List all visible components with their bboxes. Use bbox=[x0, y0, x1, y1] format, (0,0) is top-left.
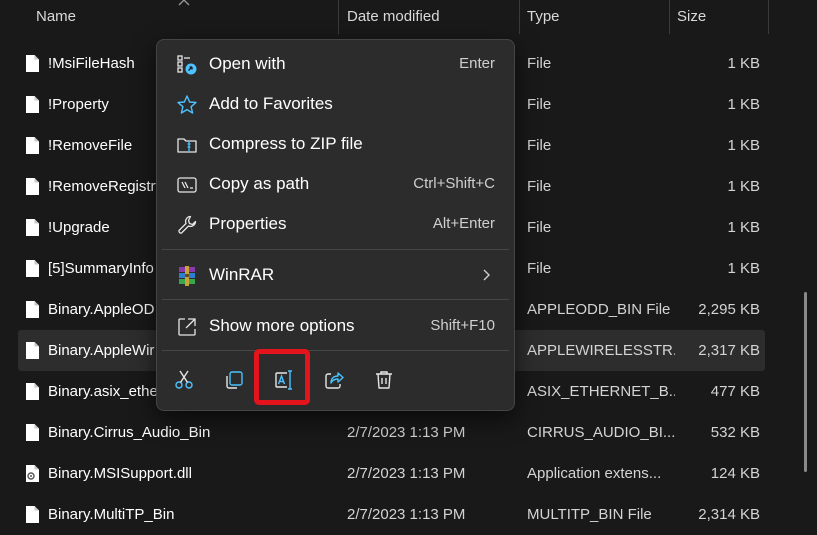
file-type: File bbox=[527, 260, 552, 277]
file-name: Binary.Cirrus_Audio_Bin bbox=[48, 424, 211, 441]
column-divider[interactable] bbox=[338, 0, 339, 34]
file-type: ASIX_ETHERNET_B... bbox=[527, 383, 675, 400]
open-with-icon bbox=[177, 55, 197, 75]
menu-item-shortcut: Shift+F10 bbox=[430, 317, 495, 334]
file-icon bbox=[26, 342, 39, 359]
file-size: 2,295 KB bbox=[698, 301, 760, 318]
column-header-name[interactable]: Name bbox=[36, 0, 76, 34]
file-icon bbox=[26, 55, 39, 72]
file-icon bbox=[26, 137, 39, 154]
menu-item-shortcut: Alt+Enter bbox=[432, 215, 495, 232]
winrar-icon bbox=[179, 266, 195, 286]
delete-button[interactable] bbox=[365, 361, 403, 399]
menu-item-show-more-options[interactable]: Show more options Shift+F10 bbox=[162, 307, 509, 345]
menu-item-add-to-favorites[interactable]: Add to Favorites bbox=[162, 85, 509, 123]
file-icon bbox=[26, 96, 39, 113]
file-icon bbox=[26, 383, 39, 400]
file-type: CIRRUS_AUDIO_BI... bbox=[527, 424, 675, 441]
menu-item-properties[interactable]: Properties Alt+Enter bbox=[162, 205, 509, 243]
vertical-scrollbar[interactable] bbox=[804, 292, 807, 472]
menu-separator bbox=[162, 249, 509, 250]
file-size: 532 KB bbox=[710, 424, 760, 441]
file-type: APPLEWIRELESSTR... bbox=[527, 342, 675, 359]
wrench-icon bbox=[178, 215, 197, 234]
file-type: File bbox=[527, 219, 552, 236]
column-header-size[interactable]: Size bbox=[677, 0, 706, 34]
column-divider[interactable] bbox=[519, 0, 520, 34]
show-more-options-icon bbox=[178, 318, 196, 336]
menu-separator bbox=[162, 299, 509, 300]
star-icon bbox=[177, 95, 197, 114]
file-size: 1 KB bbox=[727, 219, 760, 236]
file-type: File bbox=[527, 178, 552, 195]
trash-icon bbox=[376, 371, 392, 389]
menu-item-shortcut: Enter bbox=[459, 55, 495, 72]
file-size: 2,317 KB bbox=[698, 342, 760, 359]
copy-button[interactable] bbox=[215, 361, 253, 399]
file-size: 1 KB bbox=[727, 55, 760, 72]
menu-item-label: Add to Favorites bbox=[209, 94, 333, 113]
share-icon bbox=[325, 372, 344, 389]
context-menu: Open with Enter Add to Favorites Compres… bbox=[156, 39, 515, 411]
share-button[interactable] bbox=[315, 361, 353, 399]
menu-item-compress-to-zip[interactable]: Compress to ZIP file bbox=[162, 125, 509, 163]
file-row[interactable]: Binary.Cirrus_Audio_Bin 2/7/2023 1:13 PM… bbox=[18, 412, 765, 453]
scissors-icon bbox=[175, 370, 193, 389]
copy-icon bbox=[226, 371, 243, 389]
menu-item-label: Compress to ZIP file bbox=[209, 134, 363, 153]
file-icon bbox=[26, 260, 39, 277]
file-icon bbox=[26, 301, 39, 318]
file-date-modified: 2/7/2023 1:13 PM bbox=[347, 424, 466, 441]
zip-folder-icon bbox=[177, 138, 197, 153]
column-divider[interactable] bbox=[669, 0, 670, 34]
chevron-right-icon bbox=[483, 269, 490, 281]
menu-item-label: Show more options bbox=[209, 316, 355, 335]
file-type: File bbox=[527, 55, 552, 72]
file-type: File bbox=[527, 137, 552, 154]
rename-button-highlight bbox=[254, 349, 310, 405]
file-name: Binary.MSISupport.dll bbox=[48, 465, 192, 482]
menu-item-label: Open with bbox=[209, 54, 286, 73]
cut-button[interactable] bbox=[165, 361, 203, 399]
file-size: 1 KB bbox=[727, 137, 760, 154]
menu-item-label: Properties bbox=[209, 214, 287, 233]
column-header-type[interactable]: Type bbox=[527, 0, 560, 34]
menu-item-shortcut: Ctrl+Shift+C bbox=[413, 175, 495, 192]
file-type: MULTITP_BIN File bbox=[527, 506, 652, 523]
file-icon bbox=[26, 178, 39, 195]
menu-item-winrar[interactable]: WinRAR bbox=[162, 256, 509, 294]
column-divider[interactable] bbox=[768, 0, 769, 34]
file-date-modified: 2/7/2023 1:13 PM bbox=[347, 465, 466, 482]
menu-item-label: WinRAR bbox=[209, 265, 275, 284]
file-date-modified: 2/7/2023 1:13 PM bbox=[347, 506, 466, 523]
sort-ascending-icon bbox=[178, 0, 190, 6]
file-name: Binary.MultiTP_Bin bbox=[48, 506, 175, 523]
file-type: File bbox=[527, 96, 552, 113]
file-size: 477 KB bbox=[710, 383, 760, 400]
file-size: 1 KB bbox=[727, 178, 760, 195]
file-size: 1 KB bbox=[727, 96, 760, 113]
file-row[interactable]: Binary.MSISupport.dll 2/7/2023 1:13 PM A… bbox=[18, 453, 765, 494]
file-icon bbox=[26, 424, 39, 441]
copy-path-icon bbox=[177, 177, 197, 193]
file-icon bbox=[26, 219, 39, 236]
file-icon bbox=[26, 506, 39, 523]
column-header-date-modified[interactable]: Date modified bbox=[347, 0, 440, 34]
menu-item-copy-as-path[interactable]: Copy as path Ctrl+Shift+C bbox=[162, 165, 509, 203]
file-size: 1 KB bbox=[727, 260, 760, 277]
menu-separator bbox=[162, 350, 509, 351]
file-size: 124 KB bbox=[710, 465, 760, 482]
menu-item-open-with[interactable]: Open with Enter bbox=[162, 45, 509, 83]
file-type: APPLEODD_BIN File bbox=[527, 301, 671, 318]
file-size: 2,314 KB bbox=[698, 506, 760, 523]
column-header-bar: Name Date modified Type Size bbox=[0, 0, 817, 34]
file-row[interactable]: Binary.MultiTP_Bin 2/7/2023 1:13 PM MULT… bbox=[18, 494, 765, 535]
dll-file-icon bbox=[26, 465, 39, 482]
file-type: Application extens... bbox=[527, 465, 662, 482]
menu-item-label: Copy as path bbox=[209, 174, 310, 193]
